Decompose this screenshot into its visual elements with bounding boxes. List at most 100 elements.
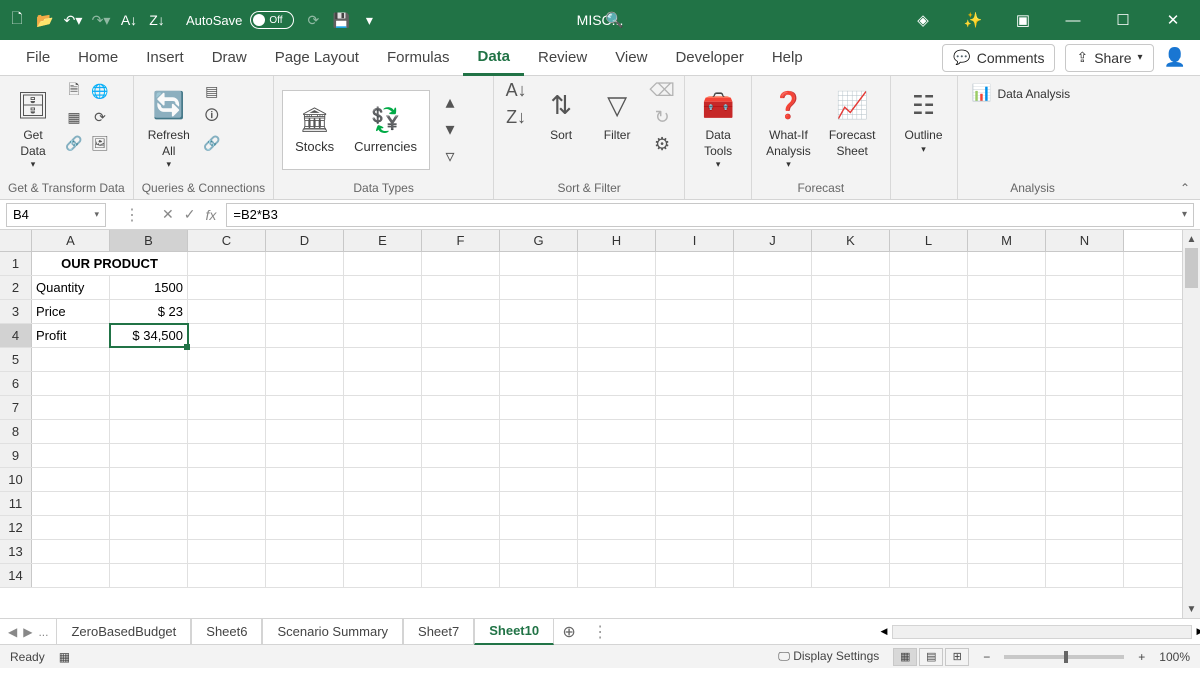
cell[interactable] [422,300,500,323]
col-header[interactable]: N [1046,230,1124,251]
cell[interactable] [500,492,578,515]
wand-icon[interactable]: ✨ [958,11,988,29]
outline-button[interactable]: ☷ Outline▾ [899,80,949,159]
reapply-icon[interactable]: ↻ [648,107,676,128]
enter-icon[interactable]: ✓ [184,206,196,223]
cell[interactable] [344,372,422,395]
scroll-right-icon[interactable]: ▶ [1193,626,1200,638]
cell[interactable]: Quantity [32,276,110,299]
cell[interactable] [1046,444,1124,467]
cell[interactable] [578,540,656,563]
cell[interactable] [266,468,344,491]
cell[interactable] [188,540,266,563]
cell[interactable] [1046,540,1124,563]
cell[interactable] [110,516,188,539]
cell[interactable] [578,252,656,275]
sheet-tab[interactable]: Sheet6 [191,619,262,645]
existing-conn-icon[interactable]: 🔗 [64,132,84,154]
zoom-out-button[interactable]: − [983,650,990,664]
cell[interactable] [422,516,500,539]
cell[interactable] [188,396,266,419]
cell[interactable] [266,252,344,275]
col-header[interactable]: D [266,230,344,251]
clear-filter-icon[interactable]: ⌫ [648,80,676,101]
formula-input[interactable]: =B2*B3 ▾ [226,203,1194,227]
sheet-tab-active[interactable]: Sheet10 [474,619,554,645]
scroll-up-icon[interactable]: ▲ [1183,230,1200,248]
cell[interactable] [578,348,656,371]
cell[interactable] [422,252,500,275]
cell[interactable] [890,300,968,323]
cell[interactable] [266,444,344,467]
close-button[interactable]: ✕ [1158,11,1188,29]
cell[interactable] [344,444,422,467]
cell[interactable] [344,396,422,419]
ribbon-mode-icon[interactable]: ▣ [1008,11,1038,29]
cell[interactable] [968,324,1046,347]
vertical-scrollbar[interactable]: ▲ ▼ [1182,230,1200,618]
cell[interactable] [656,396,734,419]
from-table-icon[interactable]: ▦ [64,106,84,128]
cell[interactable] [812,396,890,419]
cell[interactable] [188,492,266,515]
page-layout-icon[interactable]: ▤ [919,648,943,666]
cell[interactable] [734,420,812,443]
cell[interactable] [32,564,110,587]
datatypes-gallery[interactable]: 🏛Stocks 💱Currencies [282,90,430,170]
horizontal-scrollbar[interactable]: ◀ ▶ [892,625,1192,639]
row-header[interactable]: 3 [0,300,32,323]
save-icon[interactable]: 💾 [332,11,350,29]
cell[interactable] [734,396,812,419]
cell[interactable] [422,396,500,419]
cell[interactable] [968,492,1046,515]
cell[interactable] [734,300,812,323]
edit-links-icon[interactable]: 🔗 [202,132,222,154]
cell[interactable] [500,396,578,419]
cell[interactable] [812,492,890,515]
cell[interactable] [890,492,968,515]
cell[interactable] [266,396,344,419]
cell[interactable] [656,444,734,467]
cell[interactable] [266,540,344,563]
cell[interactable] [968,252,1046,275]
cell[interactable] [32,420,110,443]
zoom-level[interactable]: 100% [1159,650,1190,664]
cell[interactable] [110,372,188,395]
cell[interactable] [1046,348,1124,371]
row-header[interactable]: 4 [0,324,32,347]
cell[interactable] [500,300,578,323]
advanced-icon[interactable]: ⚙ [648,134,676,155]
sheet-tab[interactable]: ZeroBasedBudget [56,619,191,645]
select-all-corner[interactable] [0,230,32,251]
cell[interactable] [734,540,812,563]
cell[interactable] [500,420,578,443]
cell[interactable] [188,252,266,275]
cell[interactable] [344,252,422,275]
col-header[interactable]: M [968,230,1046,251]
cell[interactable] [266,372,344,395]
cell[interactable] [188,276,266,299]
cell[interactable] [110,348,188,371]
cell[interactable] [422,276,500,299]
forecast-sheet-button[interactable]: 📈 Forecast Sheet [823,80,882,163]
cell[interactable] [32,444,110,467]
col-header[interactable]: B [110,230,188,251]
cell[interactable] [1046,324,1124,347]
search-icon[interactable]: 🔍 [605,11,624,29]
cell[interactable]: Profit [32,324,110,347]
cell[interactable] [812,468,890,491]
cell[interactable] [890,468,968,491]
whatif-button[interactable]: ❓ What-If Analysis▾ [760,80,817,175]
fx-icon[interactable]: fx [205,207,216,223]
cell[interactable] [266,492,344,515]
cell[interactable] [812,324,890,347]
cell[interactable] [500,564,578,587]
tab-pagelayout[interactable]: Page Layout [261,40,373,76]
cell[interactable] [344,420,422,443]
cell[interactable] [890,540,968,563]
cell[interactable] [110,540,188,563]
diamond-icon[interactable]: ◈ [908,11,938,29]
share-button[interactable]: ⇪ Share ▾ [1065,44,1153,72]
cell-a1[interactable]: OUR PRODUCT [32,252,188,275]
sheet-nav-more[interactable]: ... [38,625,48,639]
